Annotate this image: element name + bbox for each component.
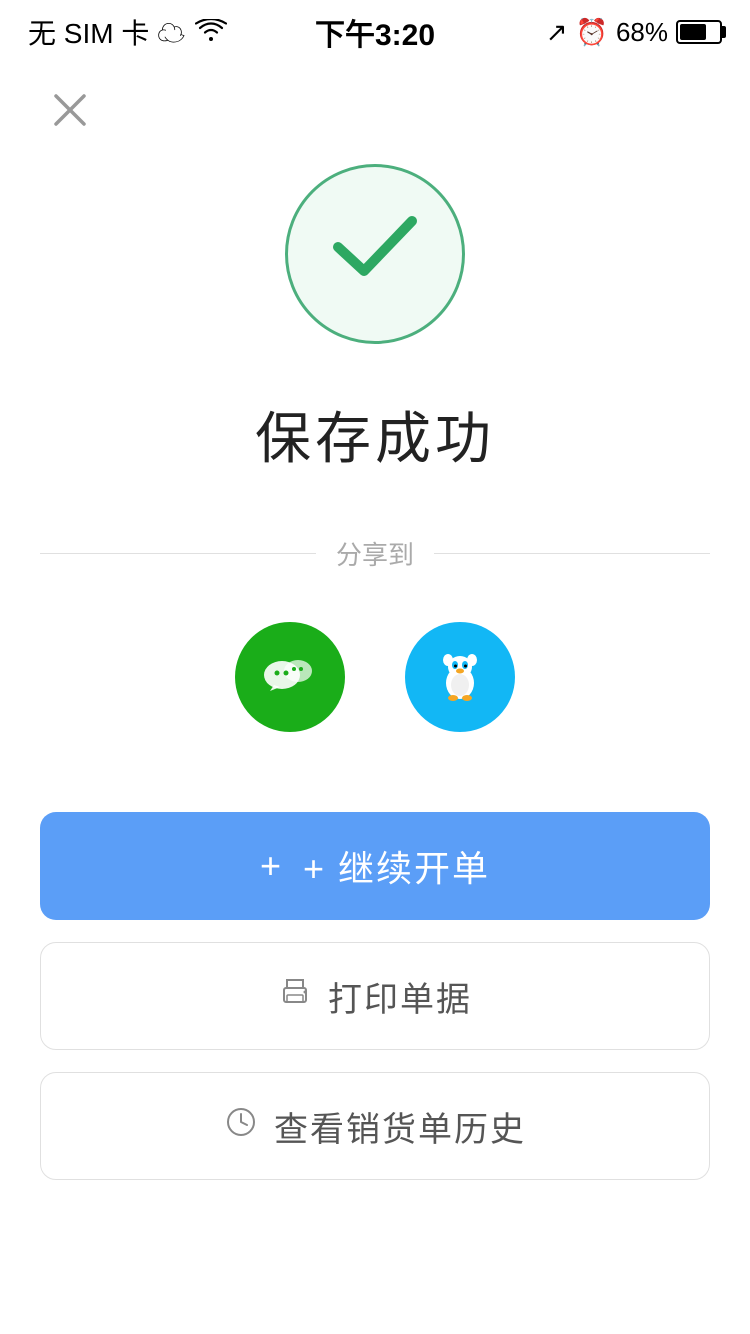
checkmark-icon [330,206,420,296]
status-bar: 无 SIM 卡 ☁ 下午3:20 ↗ ⏰ 68% [0,0,750,64]
share-icons [235,622,515,732]
continue-order-label: + 继续开单 [303,840,490,892]
status-left: 无 SIM 卡 ☁ [28,12,227,52]
alarm-icon: ⏰ [576,17,608,48]
qq-share-button[interactable] [405,622,515,732]
history-icon [224,1105,258,1148]
print-button[interactable]: 打印单据 [40,942,710,1050]
history-button[interactable]: 查看销货单历史 [40,1072,710,1180]
battery-icon [676,20,722,44]
wechat-share-button[interactable] [235,622,345,732]
status-time: 下午3:20 [315,10,435,54]
wifi-icon [195,16,227,48]
printer-icon [278,975,312,1018]
status-right: ↗ ⏰ 68% [546,17,722,48]
success-icon-container [285,164,465,344]
close-button[interactable] [40,80,100,140]
history-label: 查看销货单历史 [274,1102,526,1151]
divider-left [40,553,316,554]
action-buttons: + + 继续开单 打印单据 查看销货单历史 [40,812,710,1180]
sim-status: 无 SIM 卡 ☁ [28,12,185,52]
battery-percent: 68% [616,17,668,48]
plus-icon: + [260,845,283,887]
location-icon: ↗ [546,17,568,48]
share-label: 分享到 [336,535,414,572]
divider-right [434,553,710,554]
print-label: 打印单据 [328,972,472,1021]
success-title: 保存成功 [255,394,495,475]
continue-order-button[interactable]: + + 继续开单 [40,812,710,920]
main-content: 保存成功 分享到 [0,64,750,1180]
share-divider: 分享到 [40,535,710,572]
